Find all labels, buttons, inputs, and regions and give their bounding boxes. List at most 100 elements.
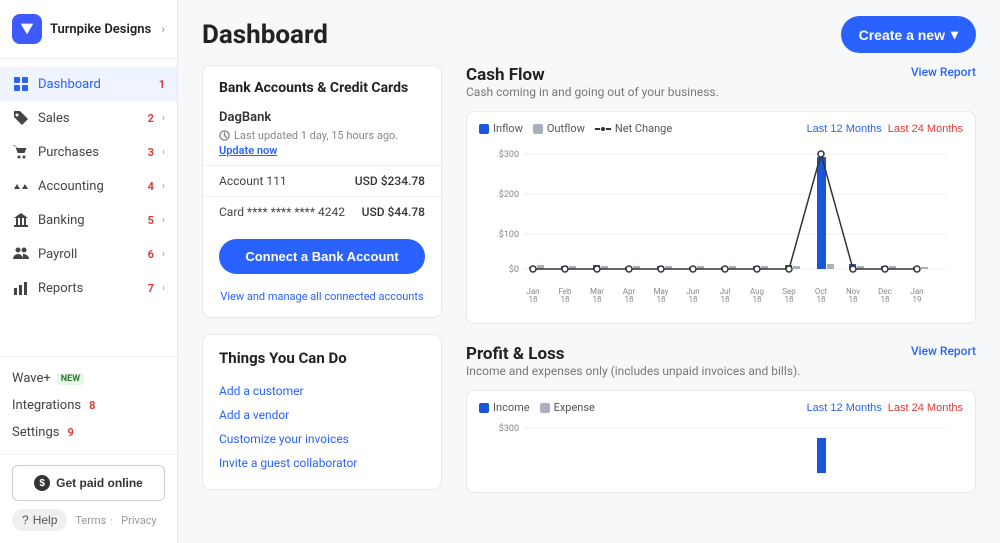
inflow-label: Inflow xyxy=(493,122,523,135)
svg-text:18: 18 xyxy=(689,295,698,304)
sales-chevron-icon: › xyxy=(162,113,165,124)
separator: · xyxy=(110,514,113,527)
help-icon: ? xyxy=(22,513,29,527)
profit-12-months-btn[interactable]: Last 12 Months xyxy=(807,402,882,414)
cashflow-title: Cash Flow xyxy=(466,65,719,85)
inflow-dot xyxy=(479,124,489,134)
income-dot xyxy=(479,403,489,413)
customize-invoices-link[interactable]: Customize your invoices xyxy=(219,427,425,451)
svg-text:18: 18 xyxy=(785,295,794,304)
sidebar-item-payroll[interactable]: Payroll 6 › xyxy=(0,237,177,271)
sidebar-item-dashboard[interactable]: Dashboard 1 xyxy=(0,67,177,101)
svg-text:18: 18 xyxy=(529,295,538,304)
sidebar-footer: $ Get paid online ? Help Terms · Privacy xyxy=(0,454,177,543)
payroll-label: Payroll xyxy=(38,247,138,262)
svg-text:$300: $300 xyxy=(499,423,519,434)
expense-legend: Expense xyxy=(540,401,595,414)
invite-collaborator-link[interactable]: Invite a guest collaborator xyxy=(219,451,425,475)
inflow-legend: Inflow xyxy=(479,122,523,135)
purchases-label: Purchases xyxy=(38,145,138,160)
logo-icon xyxy=(12,14,42,44)
account-1-amount: USD $234.78 xyxy=(355,174,425,188)
payroll-chevron-icon: › xyxy=(162,249,165,260)
connect-bank-button[interactable]: Connect a Bank Account xyxy=(219,239,425,274)
sidebar-item-wave-plus[interactable]: Wave+ NEW xyxy=(12,365,165,392)
outflow-legend: Outflow xyxy=(533,122,585,135)
create-new-button[interactable]: Create a new ▾ xyxy=(841,16,976,53)
bank-name: DagBank xyxy=(203,106,441,127)
settings-label: Settings xyxy=(12,425,59,440)
dashboard-label: Dashboard xyxy=(38,77,149,92)
profit-title-group: Profit & Loss Income and expenses only (… xyxy=(466,344,800,386)
sales-number: 2 xyxy=(148,112,154,125)
main-nav: Dashboard 1 Sales 2 › Purchases 3 › Ac xyxy=(0,59,177,356)
svg-text:19: 19 xyxy=(913,295,922,304)
svg-text:18: 18 xyxy=(753,295,762,304)
main-body: Bank Accounts & Credit Cards DagBank Las… xyxy=(178,65,1000,543)
account-row-1: Account 111 USD $234.78 xyxy=(203,165,441,196)
main-content: Dashboard Create a new ▾ Bank Accounts &… xyxy=(178,0,1000,543)
sidebar-item-sales[interactable]: Sales 2 › xyxy=(0,101,177,135)
privacy-link[interactable]: Privacy xyxy=(121,514,157,527)
cashflow-12-months-btn[interactable]: Last 12 Months xyxy=(807,123,882,135)
connect-bank-label: Connect a Bank Account xyxy=(245,249,398,264)
cashflow-view-report-link[interactable]: View Report xyxy=(911,65,976,79)
account-row-2: Card **** **** **** 4242 USD $44.78 xyxy=(203,196,441,227)
profit-header: Profit & Loss Income and expenses only (… xyxy=(466,344,976,386)
bank-accounts-card: Bank Accounts & Credit Cards DagBank Las… xyxy=(202,65,442,318)
outflow-dot xyxy=(533,124,543,134)
terms-link[interactable]: Terms xyxy=(75,514,106,527)
sidebar-item-integrations[interactable]: Integrations 8 xyxy=(12,392,165,419)
integrations-label: Integrations xyxy=(12,398,81,413)
manage-accounts-link[interactable]: View and manage all connected accounts xyxy=(203,286,441,317)
app-name: Turnpike Designs xyxy=(50,22,151,37)
svg-text:18: 18 xyxy=(849,295,858,304)
cashflow-section: Cash Flow Cash coming in and going out o… xyxy=(466,65,976,324)
profit-chart-area: Income Expense Last 12 Months Last 24 Mo… xyxy=(466,390,976,493)
cashflow-subtitle: Cash coming in and going out of your bus… xyxy=(466,85,719,99)
svg-text:$0: $0 xyxy=(509,264,519,275)
things-card: Things You Can Do Add a customer Add a v… xyxy=(202,334,442,490)
svg-text:$200: $200 xyxy=(499,189,519,200)
add-customer-link[interactable]: Add a customer xyxy=(219,379,425,403)
add-vendor-link[interactable]: Add a vendor xyxy=(219,403,425,427)
sidebar-secondary: Wave+ NEW Integrations 8 Settings 9 xyxy=(0,356,177,454)
cashflow-legend: Inflow Outflow Net Change xyxy=(479,122,672,135)
last-updated-text: Last updated 1 day, 15 hours ago. xyxy=(234,129,398,142)
bank-card-title: Bank Accounts & Credit Cards xyxy=(203,66,441,106)
get-paid-label: Get paid online xyxy=(56,476,143,490)
bank-icon xyxy=(12,211,30,229)
svg-text:18: 18 xyxy=(657,295,666,304)
profit-period-btns: Last 12 Months Last 24 Months xyxy=(807,402,963,414)
reports-label: Reports xyxy=(38,281,138,296)
sidebar-item-settings[interactable]: Settings 9 xyxy=(12,419,165,446)
sales-label: Sales xyxy=(38,111,138,126)
wave-plus-label: Wave+ xyxy=(12,371,51,386)
profit-chart: $300 xyxy=(479,418,963,478)
new-badge: NEW xyxy=(57,373,84,385)
purchases-number: 3 xyxy=(148,146,154,159)
accounting-label: Accounting xyxy=(38,179,138,194)
cart-icon xyxy=(12,143,30,161)
tag-icon xyxy=(12,109,30,127)
app-logo[interactable]: Turnpike Designs › xyxy=(0,0,177,59)
payroll-number: 6 xyxy=(148,248,154,261)
sidebar-item-purchases[interactable]: Purchases 3 › xyxy=(0,135,177,169)
profit-view-report-link[interactable]: View Report xyxy=(911,344,976,358)
settings-number: 9 xyxy=(67,426,73,439)
people-icon xyxy=(12,245,30,263)
sidebar-item-reports[interactable]: Reports 7 › xyxy=(0,271,177,305)
svg-text:18: 18 xyxy=(881,295,890,304)
get-paid-button[interactable]: $ Get paid online xyxy=(12,465,165,501)
help-button[interactable]: ? Help xyxy=(12,509,67,531)
outflow-label: Outflow xyxy=(547,122,585,135)
profit-24-months-btn[interactable]: Last 24 Months xyxy=(888,402,963,414)
sidebar-item-accounting[interactable]: Accounting 4 › xyxy=(0,169,177,203)
accounting-chevron-icon: › xyxy=(162,181,165,192)
svg-text:18: 18 xyxy=(721,295,730,304)
cashflow-24-months-btn[interactable]: Last 24 Months xyxy=(888,123,963,135)
update-now-link[interactable]: Update now xyxy=(203,144,441,165)
sidebar-item-banking[interactable]: Banking 5 › xyxy=(0,203,177,237)
cashflow-period-btns: Last 12 Months Last 24 Months xyxy=(807,123,963,135)
netchange-label: Net Change xyxy=(615,122,672,135)
